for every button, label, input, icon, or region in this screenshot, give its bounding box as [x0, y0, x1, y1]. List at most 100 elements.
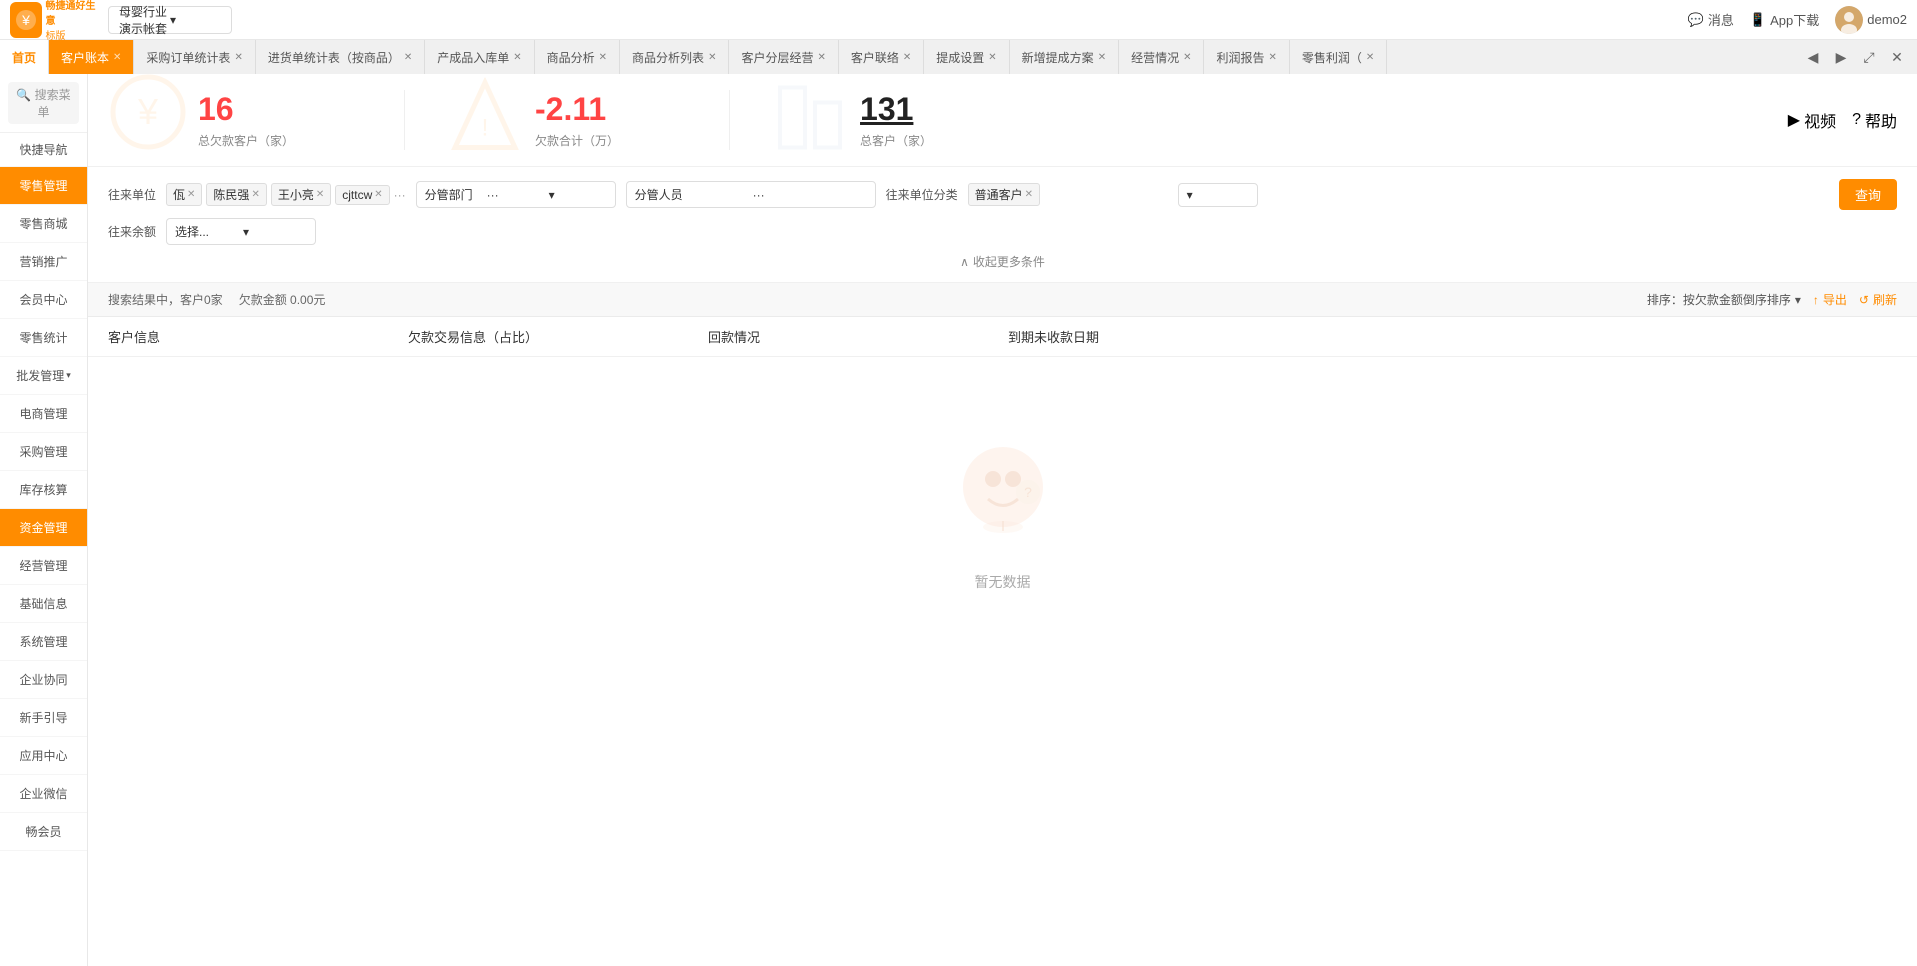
- tab-customer-contact[interactable]: 客户联络 ✕: [839, 40, 924, 74]
- tab-customer-book[interactable]: 客户账本 ✕: [49, 40, 134, 74]
- sidebar-item-basic-info[interactable]: 基础信息: [0, 585, 87, 623]
- user-menu[interactable]: demo2: [1835, 6, 1907, 34]
- tab-customer-tier[interactable]: 客户分层经营 ✕: [729, 40, 838, 74]
- avatar: [1835, 6, 1863, 34]
- sidebar: 🔍 搜索菜单 快捷导航 零售管理 零售商城 营销推广 会员中心 零售统计 批发管…: [0, 74, 88, 966]
- sidebar-item-capital-mgmt[interactable]: 资金管理: [0, 509, 87, 547]
- sidebar-item-batch-mgmt[interactable]: 批发管理 ▾: [0, 357, 87, 395]
- filter-tag-cjttcw: cjttcw ✕: [335, 185, 389, 205]
- nav-close-all-button[interactable]: ✕: [1885, 45, 1909, 69]
- collapse-button[interactable]: ∧ 收起更多条件: [960, 253, 1045, 270]
- remove-tag-cjttcw[interactable]: ✕: [374, 189, 382, 200]
- close-icon[interactable]: ✕: [1098, 52, 1106, 63]
- close-icon[interactable]: ✕: [404, 52, 412, 63]
- sidebar-item-retail-stats[interactable]: 零售统计: [0, 319, 87, 357]
- main-layout: 🔍 搜索菜单 快捷导航 零售管理 零售商城 营销推广 会员中心 零售统计 批发管…: [0, 74, 1917, 966]
- refresh-button[interactable]: ↺ 刷新: [1859, 291, 1897, 308]
- stat-bg-icon-mid: !: [445, 78, 525, 163]
- close-icon[interactable]: ✕: [1183, 52, 1191, 63]
- dept-select[interactable]: 分管部门 ··· ▾: [416, 181, 616, 208]
- remove-tag-normal-customer[interactable]: ✕: [1025, 189, 1033, 200]
- sidebar-item-vip-member[interactable]: 畅会员: [0, 813, 87, 851]
- empty-text: 暂无数据: [975, 572, 1031, 592]
- stat-owed-customers-label: 总欠款客户（家）: [198, 132, 294, 149]
- tab-purchase-order-stats[interactable]: 采购订单统计表 ✕: [134, 40, 255, 74]
- sidebar-item-retail-mall[interactable]: 零售商城: [0, 205, 87, 243]
- sort-button[interactable]: 排序：按欠款金额倒序排序 ▾: [1647, 291, 1801, 308]
- result-bar-right: 排序：按欠款金额倒序排序 ▾ ↑ 导出 ↺ 刷新: [1647, 291, 1897, 308]
- tab-product-analysis[interactable]: 商品分析 ✕: [535, 40, 620, 74]
- remove-tag-chenminqiang[interactable]: ✕: [251, 189, 259, 200]
- sidebar-item-operation-mgmt[interactable]: 经营管理: [0, 547, 87, 585]
- close-icon[interactable]: ✕: [708, 52, 716, 63]
- unit-class-dropdown[interactable]: ▾: [1178, 183, 1258, 207]
- close-icon[interactable]: ✕: [1366, 52, 1374, 63]
- remove-tag-wa[interactable]: ✕: [187, 189, 195, 200]
- sidebar-item-purchase-mgmt[interactable]: 采购管理: [0, 433, 87, 471]
- help-button[interactable]: ? 帮助: [1852, 108, 1897, 132]
- refresh-icon: ↺: [1859, 293, 1869, 307]
- close-icon[interactable]: ✕: [817, 52, 825, 63]
- col-repayment: 回款情况: [708, 327, 1008, 346]
- tab-purchase-stats[interactable]: 进货单统计表（按商品） ✕: [256, 40, 425, 74]
- sidebar-item-ecommerce-mgmt[interactable]: 电商管理: [0, 395, 87, 433]
- unit-class-tags: 普通客户 ✕: [968, 183, 1168, 206]
- stat-owed-customers-value: 16: [198, 91, 294, 128]
- sidebar-item-app-center[interactable]: 应用中心: [0, 737, 87, 775]
- tab-product-instock[interactable]: 产成品入库单 ✕: [425, 40, 534, 74]
- unit-tags: 佤 ✕ 陈民强 ✕ 王小亮 ✕ cjttcw ✕ ···: [166, 183, 406, 206]
- close-icon[interactable]: ✕: [903, 52, 911, 63]
- nav-expand-button[interactable]: ⤢: [1857, 45, 1881, 69]
- nav-next-button[interactable]: ▶: [1829, 45, 1853, 69]
- balance-select[interactable]: 选择... ▾: [166, 218, 316, 245]
- close-icon[interactable]: ✕: [234, 52, 242, 63]
- export-button[interactable]: ↑ 导出: [1813, 291, 1847, 308]
- sidebar-item-quick-nav[interactable]: 快捷导航: [0, 133, 87, 167]
- close-icon[interactable]: ✕: [1269, 52, 1277, 63]
- sidebar-item-member-center[interactable]: 会员中心: [0, 281, 87, 319]
- close-icon[interactable]: ✕: [113, 52, 121, 63]
- tab-product-analysis-list[interactable]: 商品分析列表 ✕: [620, 40, 729, 74]
- query-button[interactable]: 查询: [1839, 179, 1897, 210]
- sidebar-item-inventory-check[interactable]: 库存核算: [0, 471, 87, 509]
- person-select[interactable]: 分管人员 ···: [626, 181, 876, 208]
- chevron-down-icon: ▾: [549, 188, 607, 202]
- search-menu-button[interactable]: 🔍 搜索菜单: [8, 82, 79, 124]
- logo-area: ¥ 畅捷通好生意 标版: [10, 0, 98, 42]
- nav-prev-button[interactable]: ◀: [1801, 45, 1825, 69]
- export-icon: ↑: [1813, 293, 1819, 307]
- sidebar-item-enterprise-wechat[interactable]: 企业微信: [0, 775, 87, 813]
- sidebar-item-enterprise-collab[interactable]: 企业协同: [0, 661, 87, 699]
- close-icon[interactable]: ✕: [599, 52, 607, 63]
- app-download-button[interactable]: 📱 App下载: [1750, 10, 1819, 29]
- close-icon[interactable]: ✕: [988, 52, 996, 63]
- tab-operation-status[interactable]: 经营情况 ✕: [1119, 40, 1204, 74]
- remove-tag-wangxiaoliang[interactable]: ✕: [316, 189, 324, 200]
- filter-tag-chenminqiang: 陈民强 ✕: [206, 183, 266, 206]
- filter-more-tags[interactable]: ···: [394, 188, 406, 202]
- sidebar-item-marketing[interactable]: 营销推广: [0, 243, 87, 281]
- svg-text:?: ?: [1024, 484, 1032, 500]
- col-due-date: 到期未收款日期: [1008, 327, 1897, 346]
- tab-new-raise-plan[interactable]: 新增提成方案 ✕: [1010, 40, 1119, 74]
- stat-divider-2: [729, 90, 730, 150]
- video-button[interactable]: ▶ 视频: [1788, 108, 1836, 132]
- sidebar-item-system-mgmt[interactable]: 系统管理: [0, 623, 87, 661]
- tab-profit-report[interactable]: 利润报告 ✕: [1204, 40, 1289, 74]
- stat-total-customers-label: 总客户（家）: [860, 132, 932, 149]
- sidebar-item-retail-mgmt[interactable]: 零售管理: [0, 167, 87, 205]
- result-owed-amount: 欠款金额 0.00元: [239, 291, 326, 308]
- messages-button[interactable]: 💬 消息: [1688, 10, 1734, 29]
- close-icon[interactable]: ✕: [513, 52, 521, 63]
- sidebar-item-new-user-guide[interactable]: 新手引导: [0, 699, 87, 737]
- chevron-down-icon: ▾: [170, 13, 221, 27]
- tab-raise-settings[interactable]: 提成设置 ✕: [924, 40, 1009, 74]
- sidebar-search: 🔍 搜索菜单: [0, 74, 87, 133]
- stat-owed-total-value: -2.11: [535, 91, 619, 128]
- tab-retail-profit[interactable]: 零售利润（ ✕: [1290, 40, 1387, 74]
- download-icon: 📱: [1750, 12, 1766, 28]
- collapse-row: ∧ 收起更多条件: [108, 253, 1897, 270]
- empty-icon: ?: [953, 437, 1053, 556]
- tab-home[interactable]: 首页: [0, 40, 49, 74]
- account-selector[interactable]: 母婴行业演示帐套 ▾: [108, 6, 232, 34]
